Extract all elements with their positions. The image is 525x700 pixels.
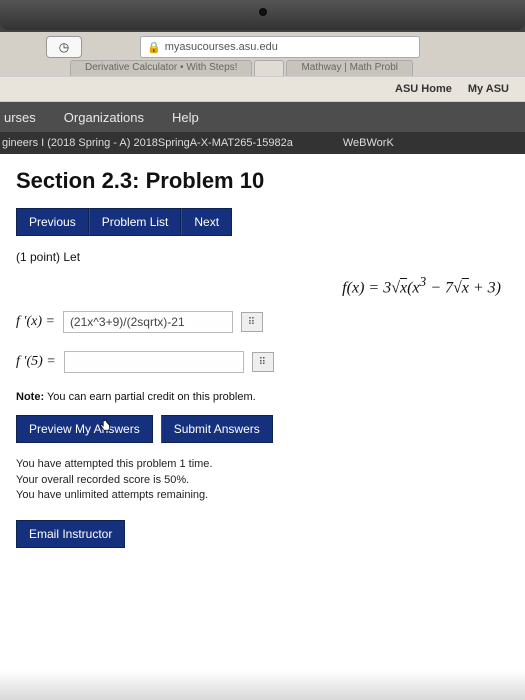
- email-instructor-button[interactable]: Email Instructor: [16, 520, 125, 548]
- nav-button-row: Previous Problem List Next: [16, 208, 509, 236]
- score-line: Your overall recorded score is 50%.: [16, 473, 509, 488]
- browser-chrome: ◷ 🔒 myasucourses.asu.edu Derivative Calc…: [0, 32, 525, 76]
- preview-answers-button[interactable]: Preview My Answers: [16, 415, 153, 443]
- history-button[interactable]: ◷: [46, 36, 82, 58]
- url-bar[interactable]: 🔒 myasucourses.asu.edu: [140, 36, 420, 58]
- problem-formula: f(x) = 3√x(x3 − 7√x + 3): [16, 274, 501, 297]
- nav-help[interactable]: Help: [172, 110, 199, 125]
- previous-button[interactable]: Previous: [16, 208, 89, 236]
- next-button[interactable]: Next: [181, 208, 232, 236]
- f5-row: f ′(5) = ⠿: [16, 351, 509, 373]
- attempt-info: You have attempted this problem 1 time. …: [16, 457, 509, 503]
- keypad-icon[interactable]: ⠿: [241, 312, 263, 332]
- note-rest: You can earn partial credit on this prob…: [44, 391, 256, 403]
- url-host: myasucourses.asu.edu: [165, 41, 278, 53]
- note-prefix: Note:: [16, 391, 44, 403]
- tab-derivative-calc[interactable]: Derivative Calculator • With Steps!: [70, 60, 252, 76]
- laptop-bezel: [0, 0, 525, 30]
- my-asu-link[interactable]: My ASU: [468, 83, 509, 95]
- footer-shadow: [0, 670, 525, 700]
- fprime-input[interactable]: [63, 311, 233, 333]
- answer-button-row: Preview My Answers Submit Answers: [16, 415, 509, 443]
- problem-content: Section 2.3: Problem 10 Previous Problem…: [0, 154, 525, 700]
- course-id-bar: gineers I (2018 Spring - A) 2018SpringA-…: [0, 132, 525, 154]
- keypad-icon[interactable]: ⠿: [252, 352, 274, 372]
- fprime-label: f ′(x) =: [16, 314, 55, 330]
- nav-courses[interactable]: urses: [4, 110, 36, 125]
- camera-dot: [259, 8, 267, 16]
- clock-icon: ◷: [59, 40, 69, 54]
- f5-input[interactable]: [64, 351, 244, 373]
- asu-header: ASU Home My ASU: [0, 76, 525, 102]
- tab-mathway[interactable]: Mathway | Math Probl: [286, 60, 413, 76]
- nav-organizations[interactable]: Organizations: [64, 110, 144, 125]
- asu-home-link[interactable]: ASU Home: [395, 83, 452, 95]
- main-nav: urses Organizations Help: [0, 102, 525, 132]
- f5-label: f ′(5) =: [16, 354, 56, 370]
- submit-answers-button[interactable]: Submit Answers: [161, 415, 273, 443]
- tab-current[interactable]: [254, 60, 284, 76]
- email-row: Email Instructor: [16, 520, 509, 548]
- webwork-label: WeBWorK: [343, 137, 394, 149]
- problem-list-button[interactable]: Problem List: [89, 208, 182, 236]
- fprime-row: f ′(x) = ⠿: [16, 311, 509, 333]
- page-title: Section 2.3: Problem 10: [16, 168, 509, 194]
- attempts-line: You have attempted this problem 1 time.: [16, 457, 509, 472]
- partial-credit-note: Note: You can earn partial credit on thi…: [16, 391, 509, 403]
- lock-icon: 🔒: [147, 41, 161, 54]
- problem-prompt: (1 point) Let: [16, 250, 509, 264]
- remaining-line: You have unlimited attempts remaining.: [16, 488, 509, 503]
- course-id: gineers I (2018 Spring - A) 2018SpringA-…: [2, 137, 293, 149]
